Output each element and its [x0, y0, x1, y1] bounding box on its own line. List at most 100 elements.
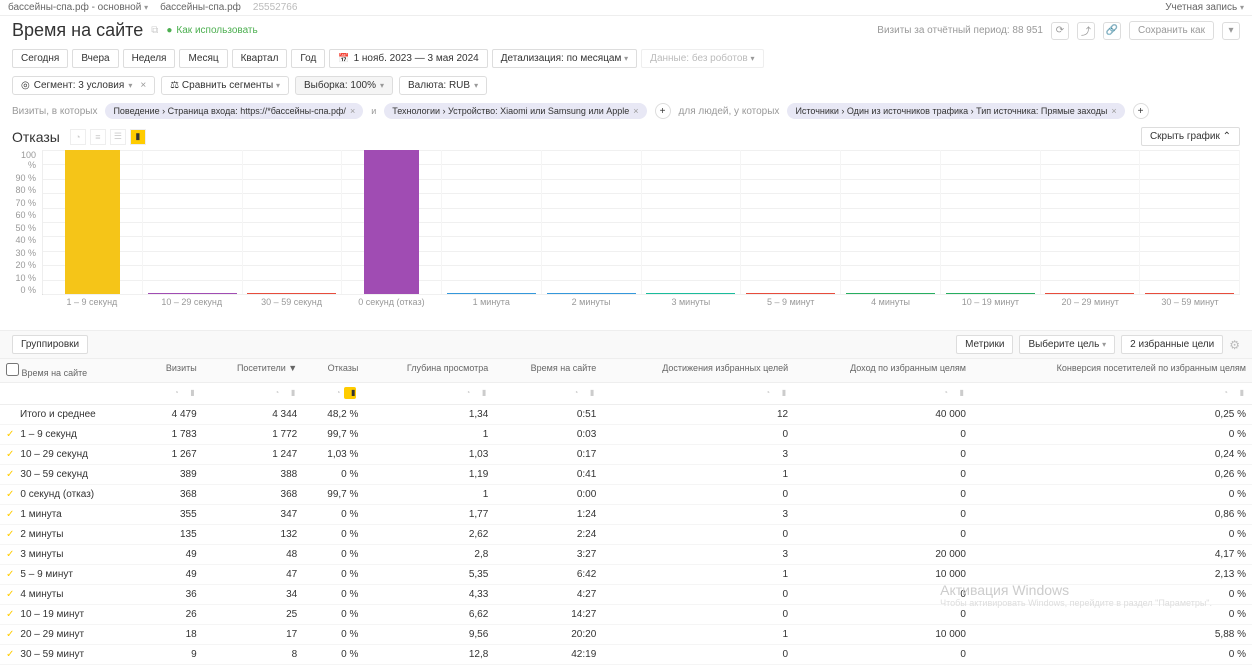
copy-icon[interactable]: ⧉ [151, 25, 158, 36]
table-row[interactable]: 30 – 59 минут980 %12,842:19000 % [0, 645, 1252, 665]
groupings-button[interactable]: Группировки [12, 335, 88, 354]
dimension-header[interactable]: Время на сайте [0, 359, 142, 383]
row-check-icon[interactable] [6, 429, 14, 440]
col-bounce[interactable]: Отказы [303, 359, 364, 383]
row-check-icon[interactable] [6, 509, 14, 520]
filter2-close-icon[interactable]: × [633, 106, 638, 116]
view-bar-icon[interactable]: ▮ [130, 129, 146, 145]
data-robots-select[interactable]: Данные: без роботов ▾ [641, 49, 763, 68]
pie-icon[interactable]: ◔ [1216, 388, 1228, 400]
pie-icon[interactable]: ◔ [328, 388, 340, 400]
sample-chip[interactable]: Выборка: 100% ▾ [295, 76, 393, 95]
metrics-button[interactable]: Метрики [956, 335, 1013, 354]
bar-slot[interactable] [841, 150, 941, 294]
bar-slot[interactable] [941, 150, 1041, 294]
bar-slot[interactable] [741, 150, 841, 294]
row-check-icon[interactable] [6, 589, 14, 600]
how-to-use-link[interactable]: Как использовать [166, 25, 257, 36]
site-name-main[interactable]: бассейны-спа.рф - основной ▾ [8, 2, 148, 13]
period-today[interactable]: Сегодня [12, 49, 68, 68]
row-check-icon[interactable] [6, 569, 14, 580]
add-filter-button-1[interactable]: + [655, 103, 671, 119]
pie-icon[interactable]: ◔ [936, 388, 948, 400]
filter-chip-source[interactable]: Источники › Один из источников трафика ›… [787, 103, 1124, 119]
table-row[interactable]: 0 секунд (отказ)36836899,7 %10:00000 % [0, 485, 1252, 505]
refresh-icon[interactable]: ⟳ [1051, 22, 1069, 40]
row-check-icon[interactable] [6, 629, 14, 640]
save-as-button[interactable]: Сохранить как [1129, 21, 1214, 40]
period-yesterday[interactable]: Вчера [72, 49, 118, 68]
currency-chip[interactable]: Валюта: RUB ▾ [399, 76, 487, 95]
hide-chart-button[interactable]: Скрыть график ⌃ [1141, 127, 1240, 146]
row-check-icon[interactable] [6, 449, 14, 460]
view-pie-icon[interactable]: ◔ [70, 129, 86, 145]
filter-chip-tech[interactable]: Технологии › Устройство: Xiaomi или Sams… [384, 103, 646, 119]
table-row[interactable]: 30 – 59 секунд3893880 %1,190:41100,26 % [0, 465, 1252, 485]
segment-chip[interactable]: ◎ Сегмент: 3 условия ▾× [12, 76, 155, 95]
col-time[interactable]: Время на сайте [494, 359, 602, 383]
select-goal-button[interactable]: Выберите цель ▾ [1019, 335, 1115, 354]
pie-icon[interactable]: ◔ [566, 388, 578, 400]
detail-select[interactable]: Детализация: по месяцам ▾ [492, 49, 637, 68]
table-row[interactable]: 1 – 9 секунд1 7831 77299,7 %10:03000 % [0, 425, 1252, 445]
col-visitors[interactable]: Посетители ▼ [203, 359, 304, 383]
add-filter-button-2[interactable]: + [1133, 103, 1149, 119]
row-check-icon[interactable] [6, 489, 14, 500]
row-check-icon[interactable] [6, 469, 14, 480]
bar-icon[interactable]: ▮ [774, 388, 786, 400]
view-line-icon[interactable]: ≡ [90, 129, 106, 145]
period-quarter[interactable]: Квартал [232, 49, 288, 68]
bar-icon[interactable]: ▮ [952, 388, 964, 400]
bar-slot[interactable] [342, 150, 442, 294]
pie-icon[interactable]: ◔ [458, 388, 470, 400]
bar-icon[interactable]: ▮ [582, 388, 594, 400]
gear-icon[interactable]: ⚙ [1229, 338, 1240, 352]
bar-icon[interactable]: ▮ [474, 388, 486, 400]
table-row[interactable]: 1 минута3553470 %1,771:24300,86 % [0, 505, 1252, 525]
bar-slot[interactable] [143, 150, 243, 294]
period-week[interactable]: Неделя [123, 49, 176, 68]
bar-slot[interactable] [1041, 150, 1141, 294]
table-row[interactable]: 3 минуты49480 %2,83:27320 0004,17 % [0, 545, 1252, 565]
col-visits[interactable]: Визиты [142, 359, 203, 383]
account-dropdown[interactable]: Учетная запись ▾ [1165, 2, 1244, 13]
view-list-icon[interactable]: ☰ [110, 129, 126, 145]
row-check-icon[interactable] [6, 649, 14, 660]
col-revenue[interactable]: Доход по избранным целям [794, 359, 972, 383]
bar-icon-active[interactable]: ▮ [344, 387, 356, 399]
compare-segments-chip[interactable]: ⚖ Сравнить сегменты ▾ [161, 76, 289, 95]
row-check-icon[interactable] [6, 529, 14, 540]
row-check-icon[interactable] [6, 549, 14, 560]
pie-icon[interactable]: ◔ [267, 388, 279, 400]
save-dropdown[interactable]: ▾ [1222, 22, 1240, 40]
period-month[interactable]: Месяц [179, 49, 227, 68]
segment-close-icon[interactable]: × [140, 80, 146, 91]
link-icon[interactable]: 🔗 [1103, 22, 1121, 40]
col-depth[interactable]: Глубина просмотра [364, 359, 494, 383]
bar-icon[interactable]: ▮ [283, 388, 295, 400]
date-range-picker[interactable]: 1 нояб. 2023 — 3 мая 2024 [329, 49, 487, 68]
export-icon[interactable]: ⤴ [1077, 22, 1095, 40]
table-row[interactable]: 20 – 29 минут18170 %9,5620:20110 0005,88… [0, 625, 1252, 645]
bar-slot[interactable] [43, 150, 143, 294]
bar-icon[interactable]: ▮ [183, 388, 195, 400]
bar-slot[interactable] [642, 150, 742, 294]
bar-slot[interactable] [542, 150, 642, 294]
pie-icon[interactable]: ◔ [167, 388, 179, 400]
bar-slot[interactable] [243, 150, 343, 294]
bar-slot[interactable] [1140, 150, 1240, 294]
selected-goals-badge[interactable]: 2 избранные цели [1121, 335, 1223, 354]
select-all-checkbox[interactable] [6, 363, 19, 376]
pie-icon[interactable]: ◔ [758, 388, 770, 400]
bar-icon[interactable]: ▮ [1232, 388, 1244, 400]
filter3-close-icon[interactable]: × [1111, 106, 1116, 116]
col-conversion[interactable]: Конверсия посетителей по избранным целям [972, 359, 1252, 383]
table-row[interactable]: 2 минуты1351320 %2,622:24000 % [0, 525, 1252, 545]
filter1-close-icon[interactable]: × [350, 106, 355, 116]
filter-chip-behavior[interactable]: Поведение › Страница входа: https://*бас… [105, 103, 363, 119]
table-row[interactable]: 10 – 29 секунд1 2671 2471,03 %1,030:1730… [0, 445, 1252, 465]
col-goals[interactable]: Достижения избранных целей [602, 359, 794, 383]
period-year[interactable]: Год [291, 49, 325, 68]
bar-slot[interactable] [442, 150, 542, 294]
row-check-icon[interactable] [6, 609, 14, 620]
